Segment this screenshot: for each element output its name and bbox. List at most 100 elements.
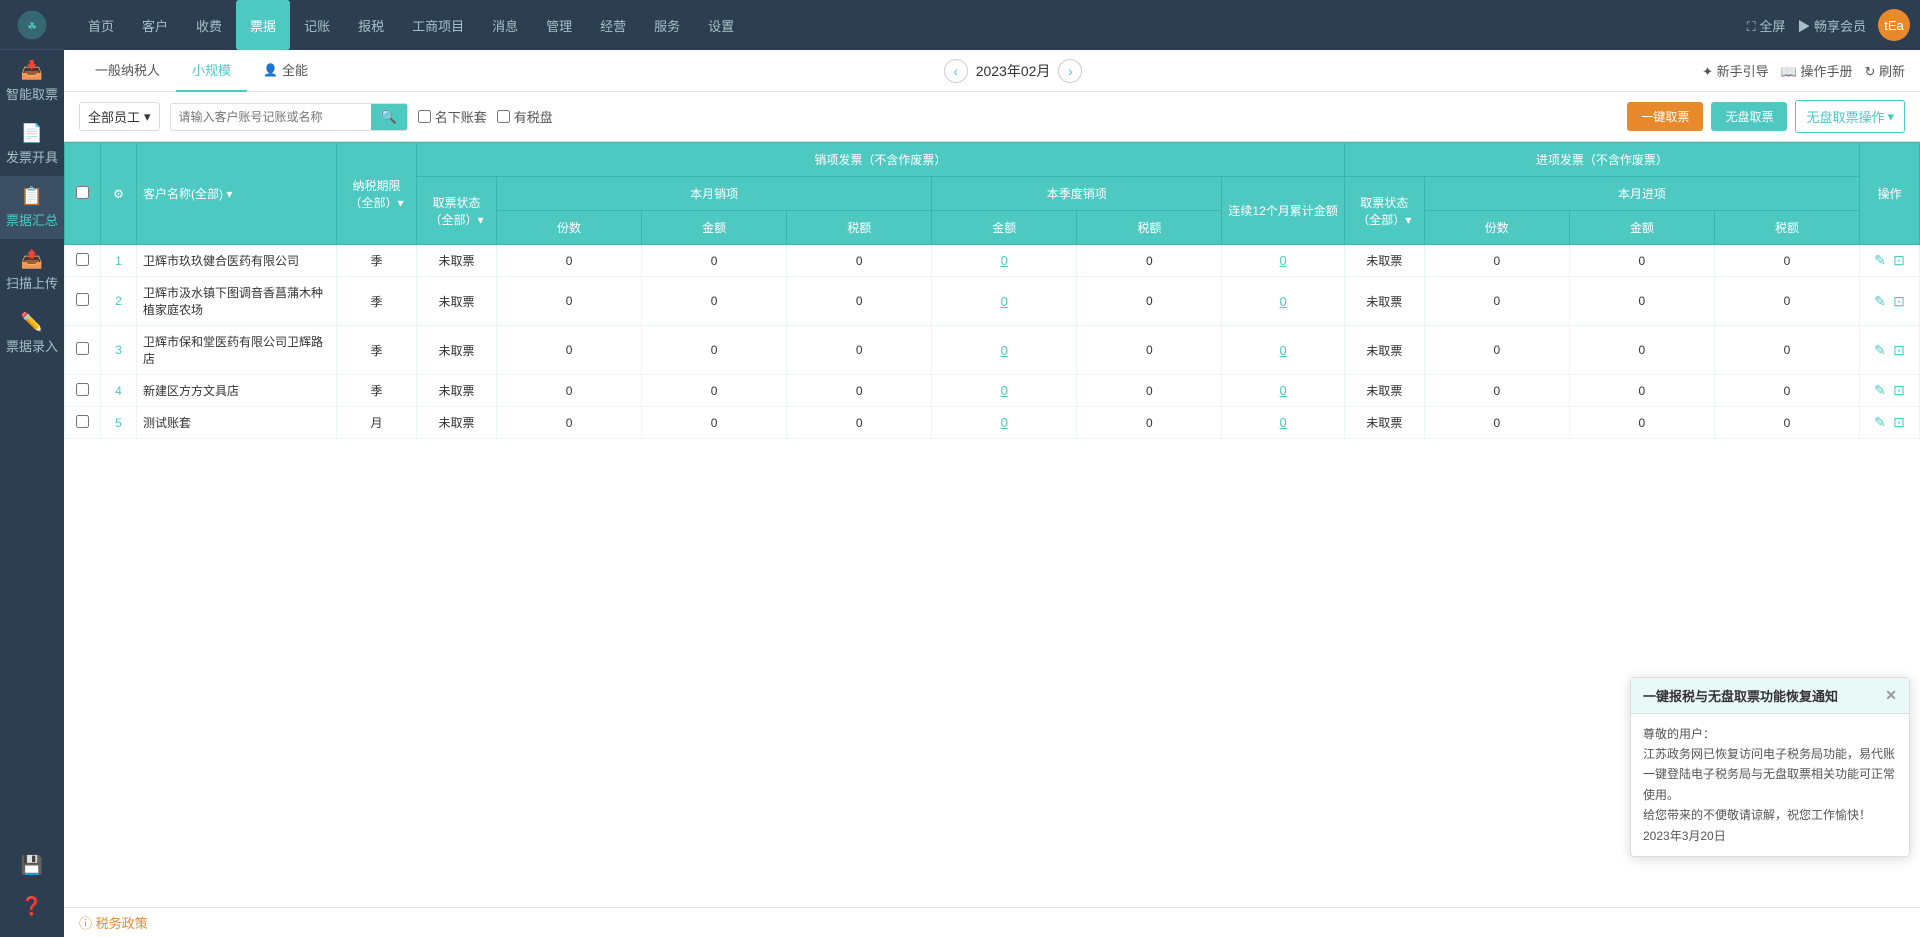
nav-message[interactable]: 消息 (478, 0, 532, 50)
main-table: ⚙ 客户名称(全部) ▾ 纳税期限（全部）▾ 销项发票（不含作废票） 进项发票（… (64, 142, 1920, 439)
row-s-12month-3[interactable]: 0 (1222, 375, 1344, 407)
row-name-4[interactable]: 测试账套 (137, 407, 337, 439)
row-select-2[interactable] (65, 326, 101, 375)
sidebar-item-issue-invoice[interactable]: 📄 发票开具 (0, 113, 64, 176)
edit-icon-4[interactable]: ✎ (1874, 414, 1886, 430)
sidebar-item-scan-upload[interactable]: 📤 扫描上传 (0, 239, 64, 302)
nav-service[interactable]: 服务 (640, 0, 694, 50)
row-s-quarter-amount-4[interactable]: 0 (932, 407, 1077, 439)
row-no-3: 4 (101, 375, 137, 407)
one-click-fetch-btn[interactable]: 一键取票 (1627, 102, 1703, 131)
nav-accounting[interactable]: 记账 (290, 0, 344, 50)
smart-fetch-icon: 📥 (21, 60, 43, 81)
subtab-all[interactable]: 👤 全能 (247, 50, 324, 92)
row-name-2[interactable]: 卫辉市保和堂医药有限公司卫辉路店 (137, 326, 337, 375)
row-select-3[interactable] (65, 375, 101, 407)
th-s-month-count: 份数 (497, 211, 642, 245)
row-s-month-tax-2: 0 (787, 326, 932, 375)
search-input[interactable] (171, 106, 371, 128)
nav-settings[interactable]: 设置 (694, 0, 748, 50)
subtab-small[interactable]: 小规模 (176, 50, 247, 92)
nav-invoice[interactable]: 票据 (236, 0, 290, 50)
th-settings[interactable]: ⚙ (101, 143, 137, 245)
table-row: 3 卫辉市保和堂医药有限公司卫辉路店 季 未取票 0 0 0 0 0 0 未取票… (65, 326, 1920, 375)
period-prev-btn[interactable]: ‹ (944, 59, 968, 83)
period-nav: ‹ 2023年02月 › (944, 59, 1083, 83)
edit-icon-3[interactable]: ✎ (1874, 382, 1886, 398)
nav-home[interactable]: 首页 (74, 0, 128, 50)
row-s-12month-4[interactable]: 0 (1222, 407, 1344, 439)
search-bar: 🔍 (170, 103, 408, 131)
row-sales-status-0: 未取票 (417, 245, 497, 277)
row-select-4[interactable] (65, 407, 101, 439)
toolbar: 全部员工 ▾ 🔍 名下账套 有税盘 一键取票 无盘取票 无盘取票操作 ▾ (64, 92, 1920, 142)
has-invoice-checkbox[interactable]: 有税盘 (497, 107, 553, 126)
period-next-btn[interactable]: › (1058, 59, 1082, 83)
row-p-status-4: 未取票 (1344, 407, 1424, 439)
row-s-quarter-amount-1[interactable]: 0 (932, 277, 1077, 326)
row-tax-period-1: 季 (337, 277, 417, 326)
member-btn[interactable]: ▶ 畅享会员 (1797, 16, 1866, 35)
no-disk-fetch-btn[interactable]: 无盘取票 (1711, 102, 1787, 131)
row-s-month-amount-1: 0 (642, 277, 787, 326)
row-name-1[interactable]: 卫辉市汲水镇下图调音香菖蒲木种植家庭农场 (137, 277, 337, 326)
edit-icon-1[interactable]: ✎ (1874, 293, 1886, 309)
detail-icon-2[interactable]: ⊡ (1893, 342, 1905, 358)
row-name-0[interactable]: 卫辉市玖玖健合医药有限公司 (137, 245, 337, 277)
sidebar-item-data-entry[interactable]: ✏️ 票据录入 (0, 302, 64, 365)
row-s-month-amount-4: 0 (642, 407, 787, 439)
row-s-12month-0[interactable]: 0 (1222, 245, 1344, 277)
newbie-guide-link[interactable]: ✦ 新手引导 (1702, 61, 1769, 80)
refresh-link[interactable]: ↻ 刷新 (1864, 61, 1905, 80)
nav-manage[interactable]: 管理 (532, 0, 586, 50)
row-s-quarter-tax-3: 0 (1077, 375, 1222, 407)
nav-tax[interactable]: 报税 (344, 0, 398, 50)
row-s-quarter-amount-2[interactable]: 0 (932, 326, 1077, 375)
row-select-1[interactable] (65, 277, 101, 326)
row-select-0[interactable] (65, 245, 101, 277)
edit-icon-2[interactable]: ✎ (1874, 342, 1886, 358)
select-all-checkbox[interactable] (76, 186, 89, 199)
employee-select[interactable]: 全部员工 ▾ (79, 102, 160, 131)
nav-business[interactable]: 工商项目 (398, 0, 478, 50)
sidebar-item-smart-fetch-label: 智能取票 (6, 84, 58, 103)
row-s-12month-2[interactable]: 0 (1222, 326, 1344, 375)
sidebar-item-download[interactable]: 💾 (0, 845, 64, 886)
nav-client[interactable]: 客户 (128, 0, 182, 50)
row-sales-status-2: 未取票 (417, 326, 497, 375)
th-sales-group: 销项发票（不含作废票） (417, 143, 1345, 177)
edit-icon-0[interactable]: ✎ (1874, 252, 1886, 268)
detail-icon-0[interactable]: ⊡ (1893, 252, 1905, 268)
notification-close-btn[interactable]: ✕ (1885, 687, 1897, 704)
sidebar-item-invoice-summary-label: 票据汇总 (6, 210, 58, 229)
row-s-month-count-2: 0 (497, 326, 642, 375)
row-s-12month-1[interactable]: 0 (1222, 277, 1344, 326)
notification-header: 一键报税与无盘取票功能恢复通知 ✕ (1631, 678, 1909, 714)
row-s-quarter-amount-0[interactable]: 0 (932, 245, 1077, 277)
sidebar-item-smart-fetch[interactable]: 📥 智能取票 (0, 50, 64, 113)
row-no-2: 3 (101, 326, 137, 375)
th-sales-12month: 连续12个月累计金额 (1222, 177, 1344, 245)
detail-icon-1[interactable]: ⊡ (1893, 293, 1905, 309)
sub-account-label: 名下账套 (435, 107, 487, 126)
sidebar-item-help[interactable]: ❓ (0, 886, 64, 927)
tax-policy-link[interactable]: ⓘ 税务政策 (79, 913, 148, 932)
no-disk-ops-btn[interactable]: 无盘取票操作 ▾ (1795, 100, 1905, 133)
detail-icon-4[interactable]: ⊡ (1893, 414, 1905, 430)
fullscreen-btn[interactable]: ⛶ 全屏 (1747, 16, 1786, 35)
row-p-status-1: 未取票 (1344, 277, 1424, 326)
search-button[interactable]: 🔍 (371, 104, 407, 130)
row-p-status-0: 未取票 (1344, 245, 1424, 277)
subtab-general[interactable]: 一般纳税人 (79, 50, 176, 92)
bottom-bar: ⓘ 税务政策 (64, 907, 1920, 937)
row-s-quarter-amount-3[interactable]: 0 (932, 375, 1077, 407)
sub-account-checkbox[interactable]: 名下账套 (418, 107, 487, 126)
th-purchase-group: 进项发票（不含作废票） (1344, 143, 1859, 177)
row-name-3[interactable]: 新建区方方文具店 (137, 375, 337, 407)
detail-icon-3[interactable]: ⊡ (1893, 382, 1905, 398)
nav-billing[interactable]: 收费 (182, 0, 236, 50)
nav-operation[interactable]: 经营 (586, 0, 640, 50)
user-avatar[interactable]: tEa (1878, 9, 1910, 41)
manual-link[interactable]: 📖 操作手册 (1781, 61, 1853, 80)
sidebar-item-invoice-summary[interactable]: 📋 票据汇总 (0, 176, 64, 239)
